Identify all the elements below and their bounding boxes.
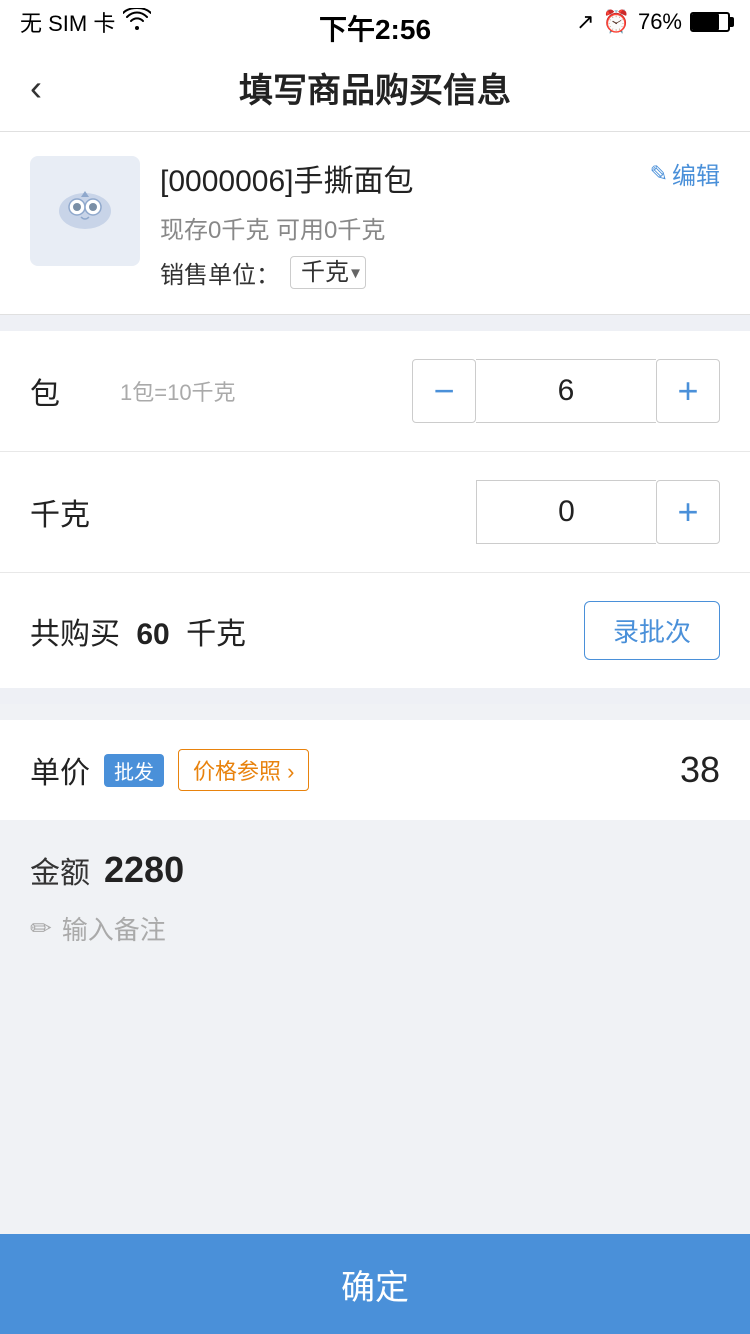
kg-row: 千克 + [0,452,750,573]
price-ref-button[interactable]: 价格参照 › [178,749,309,791]
divider-1 [0,315,750,331]
total-quantity: 60 [136,618,169,651]
total-unit: 千克 [186,618,246,651]
package-quantity-control: − + [412,359,720,423]
location-icon: ↗ [576,9,594,35]
total-label: 共购买 [30,618,120,651]
amount-section: 金额 2280 ✏ 输入备注 [0,820,750,957]
carrier-text: 无 SIM 卡 [20,6,115,38]
price-tag: 批发 [104,754,164,787]
battery-icon [690,12,730,32]
package-decrement-button[interactable]: − [412,359,476,423]
kg-quantity-control: + [476,480,720,544]
alarm-icon: ⏰ [603,9,630,35]
price-section: 单价 批发 价格参照 › 38 [0,720,750,820]
pencil-icon: ✏ [30,913,52,944]
confirm-button[interactable]: 确定 [0,1234,750,1334]
product-info: [0000006]手撕面包 ✎ 编辑 现存0千克 可用0千克 销售单位： 千克 [160,156,720,290]
product-logo-icon [55,181,115,241]
edit-label: 编辑 [672,156,720,191]
unit-label: 销售单位： [160,255,280,290]
unit-select[interactable]: 千克 [290,256,366,289]
page-title: 填写商品购买信息 [239,63,511,112]
product-name: [0000006]手撕面包 [160,156,650,200]
kg-label: 千克 [30,490,110,534]
nav-bar: ‹ 填写商品购买信息 [0,44,750,132]
edit-icon: ✎ [650,161,668,187]
unit-select-wrapper[interactable]: 千克 [290,256,366,289]
product-name-row: [0000006]手撕面包 ✎ 编辑 [160,156,720,200]
wifi-icon [123,8,151,36]
product-unit-row: 销售单位： 千克 [160,255,720,290]
back-button[interactable]: ‹ [30,67,42,109]
total-text: 共购买 60 千克 [30,609,246,653]
input-section: 包 1包=10千克 − + 千克 + [0,331,750,573]
battery-percent: 76% [638,9,682,35]
amount-label: 金额 [30,848,90,892]
package-increment-button[interactable]: + [656,359,720,423]
amount-row: 金额 2280 [30,848,720,892]
status-bar: 无 SIM 卡 下午2:56 ↗ ⏰ 76% [0,0,750,44]
status-time: 下午2:56 [319,8,431,48]
price-label-group: 单价 批发 价格参照 › [30,748,309,792]
price-label: 单价 [30,748,90,792]
product-stock: 现存0千克 可用0千克 [160,210,720,245]
total-row: 共购买 60 千克 录批次 [0,573,750,688]
kg-quantity-input[interactable] [476,480,656,544]
package-hint: 1包=10千克 [120,375,412,407]
status-right: ↗ ⏰ 76% [576,9,730,35]
kg-increment-button[interactable]: + [656,480,720,544]
price-value: 38 [680,749,720,791]
remark-placeholder: 输入备注 [62,910,166,947]
bottom-space [0,957,750,1237]
product-thumbnail [30,156,140,266]
remark-row[interactable]: ✏ 输入备注 [30,910,720,947]
amount-value: 2280 [104,849,184,891]
package-row: 包 1包=10千克 − + [0,331,750,452]
price-row: 单价 批发 价格参照 › 38 [30,748,720,792]
divider-2 [0,688,750,704]
edit-button[interactable]: ✎ 编辑 [650,156,720,191]
product-card: [0000006]手撕面包 ✎ 编辑 现存0千克 可用0千克 销售单位： 千克 [0,132,750,315]
batch-button[interactable]: 录批次 [584,601,720,660]
package-label: 包 [30,369,110,413]
status-left: 无 SIM 卡 [20,6,151,38]
package-quantity-input[interactable] [476,359,656,423]
